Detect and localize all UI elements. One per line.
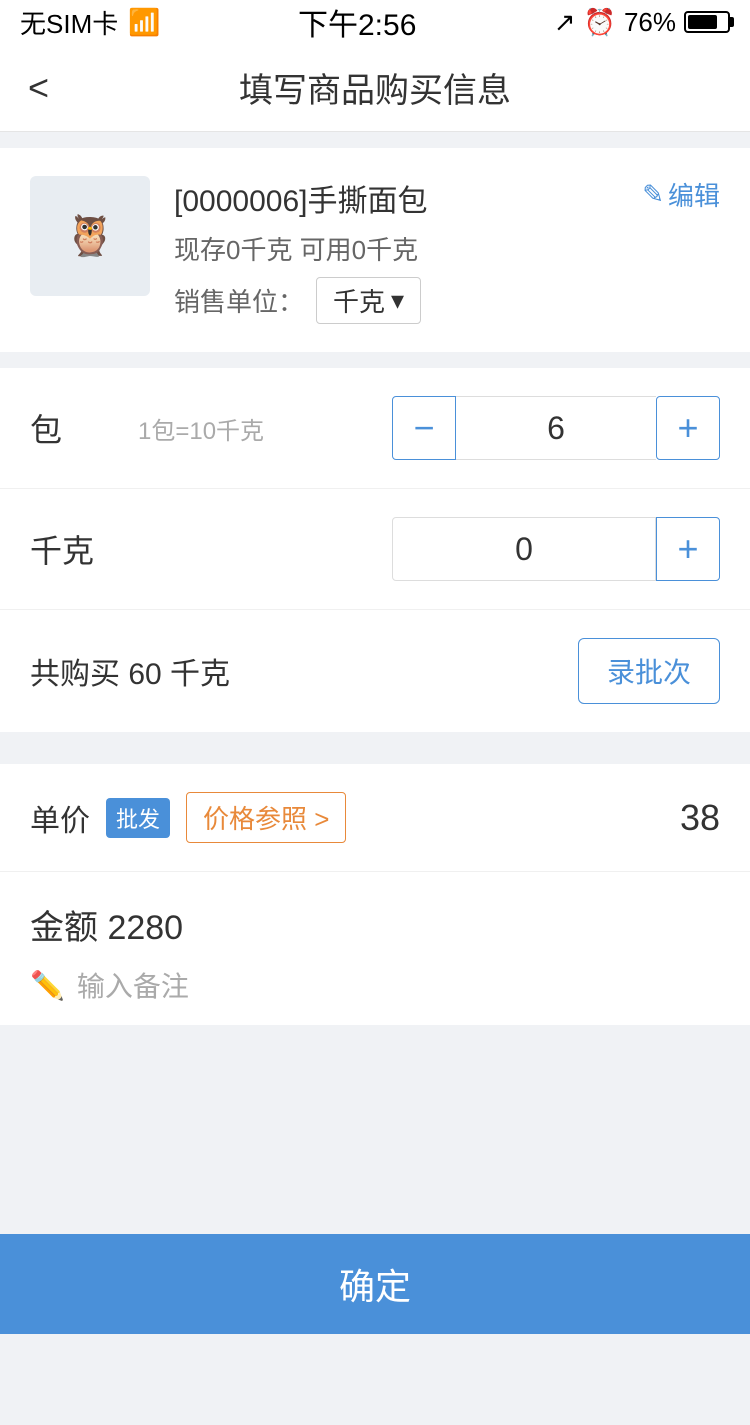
amount-label: 金额: [30, 909, 98, 947]
status-bar: 无SIM卡 📶 下午2:56 ↗ ⏰ 76%: [0, 0, 750, 44]
back-button[interactable]: <: [28, 67, 49, 109]
input-section: 包 1包=10千克 − + 千克 +: [0, 368, 750, 610]
kg-controls: +: [392, 517, 720, 581]
status-time: 下午2:56: [298, 0, 416, 44]
package-increment-button[interactable]: +: [656, 396, 720, 460]
wifi-icon: 📶: [128, 7, 160, 38]
price-value: 38: [680, 797, 720, 839]
package-input-row: 包 1包=10千克 − +: [0, 368, 750, 489]
status-left: 无SIM卡 📶: [20, 4, 161, 41]
product-image: 🦉: [30, 176, 150, 296]
price-ref-label: 价格参照 >: [203, 799, 329, 836]
nav-bar: < 填写商品购买信息: [0, 44, 750, 132]
section-divider-1: [0, 352, 750, 368]
price-section: 单价 批发 价格参照 > 38: [0, 764, 750, 872]
edit-button[interactable]: ✎ 编辑: [642, 176, 720, 213]
alarm-icon: ⏰: [584, 7, 616, 38]
kg-label: 千克: [30, 526, 110, 572]
unit-select[interactable]: 千克 ▾: [316, 277, 421, 324]
package-label: 包: [30, 405, 110, 451]
package-input[interactable]: [456, 396, 656, 460]
product-stock: 现存0千克 可用0千克: [174, 230, 720, 267]
location-icon: ↗: [554, 7, 576, 38]
summary-text: 共购买 60 千克: [30, 649, 230, 693]
package-sublabel: 1包=10千克: [138, 411, 264, 446]
page-title: 填写商品购买信息: [239, 63, 511, 112]
kg-increment-button[interactable]: +: [656, 517, 720, 581]
batch-button[interactable]: 录批次: [578, 638, 720, 704]
amount-value: 2280: [107, 909, 183, 947]
product-header-row: [0000006]手撕面包 ✎ 编辑: [174, 176, 720, 230]
carrier-label: 无SIM卡: [20, 4, 118, 41]
package-decrement-button[interactable]: −: [392, 396, 456, 460]
product-logo-icon: 🦉: [65, 216, 115, 256]
edit-icon: ✎: [642, 179, 664, 210]
unit-label: 销售单位：: [174, 282, 304, 319]
product-unit-row: 销售单位： 千克 ▾: [174, 277, 720, 324]
pencil-icon: ✏️: [30, 969, 65, 1002]
price-type-badge: 批发: [106, 798, 170, 838]
status-right: ↗ ⏰ 76%: [554, 7, 730, 38]
confirm-button[interactable]: 确定: [0, 1234, 750, 1334]
package-controls: − +: [392, 396, 720, 460]
battery-icon: [684, 11, 730, 33]
kg-input[interactable]: [392, 517, 656, 581]
amount-section: 金额 2280 ✏️ 输入备注: [0, 872, 750, 1025]
product-card: 🦉 [0000006]手撕面包 ✎ 编辑 现存0千克 可用0千克 销售单位： 千…: [0, 148, 750, 352]
edit-label: 编辑: [668, 176, 720, 213]
dropdown-icon: ▾: [391, 285, 404, 316]
price-ref-button[interactable]: 价格参照 >: [186, 792, 346, 843]
price-label: 单价: [30, 796, 90, 840]
summary-row: 共购买 60 千克 录批次: [0, 610, 750, 732]
remark-row[interactable]: ✏️ 输入备注: [30, 965, 720, 1005]
remark-placeholder: 输入备注: [77, 965, 189, 1005]
product-info: [0000006]手撕面包 ✎ 编辑 现存0千克 可用0千克 销售单位： 千克 …: [174, 176, 720, 324]
amount-row: 金额 2280: [30, 900, 720, 949]
product-name: [0000006]手撕面包: [174, 176, 427, 220]
kg-input-row: 千克 +: [0, 489, 750, 610]
section-divider-2: [0, 732, 750, 748]
battery-percent: 76%: [624, 7, 676, 38]
unit-value: 千克: [333, 282, 385, 319]
